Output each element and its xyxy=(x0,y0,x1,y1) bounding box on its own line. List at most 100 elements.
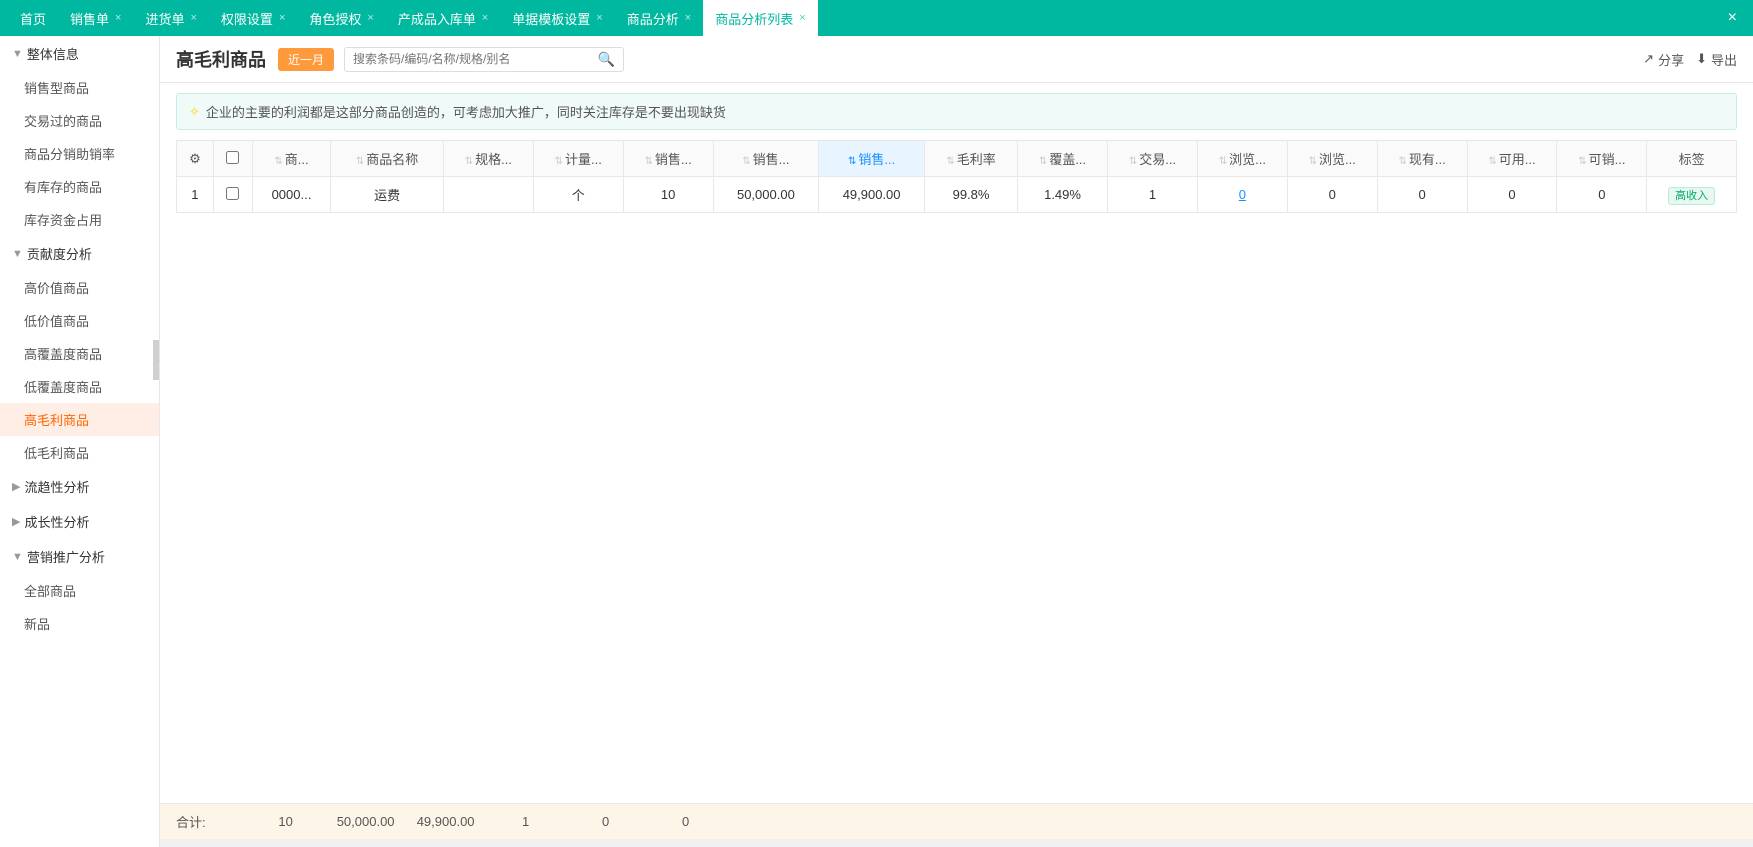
col-checkbox[interactable] xyxy=(213,141,252,177)
tab-product-analysis[interactable]: 商品分析 × xyxy=(615,0,703,36)
data-table: ⚙ ⇅商... ⇅商品名称 ⇅规格... ⇅计量... ⇅销售... ⇅销售..… xyxy=(176,140,1737,213)
col-tag[interactable]: 标签 xyxy=(1647,141,1737,177)
col-sales-amount[interactable]: ⇅销售... xyxy=(713,141,819,177)
share-icon: ↗ xyxy=(1643,51,1654,67)
table-header-row: ⚙ ⇅商... ⇅商品名称 ⇅规格... ⇅计量... ⇅销售... ⇅销售..… xyxy=(177,141,1737,177)
row-index: 1 xyxy=(177,177,214,213)
col-code[interactable]: ⇅商... xyxy=(252,141,331,177)
col-coverage[interactable]: ⇅覆盖... xyxy=(1018,141,1108,177)
chevron-down-icon: ▼ xyxy=(12,248,23,260)
sidebar-section-marketing[interactable]: ▼ 营销推广分析 xyxy=(0,539,159,574)
table-row: 1 0000... 运费 个 10 50,000.00 49,900.00 99… xyxy=(177,177,1737,213)
tab-home[interactable]: 首页 xyxy=(8,0,58,36)
chevron-down-icon: ▼ xyxy=(12,551,23,563)
row-coverage: 1.49% xyxy=(1018,177,1108,213)
sidebar-item-traded-goods[interactable]: 交易过的商品 xyxy=(0,104,159,137)
col-views2[interactable]: ⇅浏览... xyxy=(1287,141,1377,177)
row-available-stock: 0 xyxy=(1467,177,1557,213)
sidebar-item-in-stock-goods[interactable]: 有库存的商品 xyxy=(0,170,159,203)
row-tag: 高收入 xyxy=(1647,177,1737,213)
header-actions: ↗ 分享 ⬇ 导出 xyxy=(1643,50,1737,69)
table-body: 1 0000... 运费 个 10 50,000.00 49,900.00 99… xyxy=(177,177,1737,213)
footer-sales-amount: 50,000.00 xyxy=(326,814,406,829)
bottom-scrollbar[interactable] xyxy=(160,839,1753,847)
sidebar-item-low-value[interactable]: 低价值商品 xyxy=(0,304,159,337)
row-spec xyxy=(443,177,533,213)
footer-sales-cost: 49,900.00 xyxy=(406,814,486,829)
sidebar-section-growth[interactable]: ▶ 成长性分析 xyxy=(0,504,159,539)
tab-sales[interactable]: 销售单 × xyxy=(58,0,133,36)
footer-transactions: 1 xyxy=(486,814,566,829)
close-icon[interactable]: × xyxy=(596,12,602,24)
col-spec[interactable]: ⇅规格... xyxy=(443,141,533,177)
row-name: 运费 xyxy=(331,177,444,213)
sidebar-item-all-goods[interactable]: 全部商品 xyxy=(0,574,159,607)
table-footer: 合计: 10 50,000.00 49,900.00 1 0 0 xyxy=(160,803,1753,839)
search-input[interactable] xyxy=(353,52,598,66)
col-views1[interactable]: ⇅浏览... xyxy=(1197,141,1287,177)
row-code: 0000... xyxy=(252,177,331,213)
row-sales-amount: 50,000.00 xyxy=(713,177,819,213)
row-sales-qty: 10 xyxy=(623,177,713,213)
col-gross-margin[interactable]: ⇅毛利率 xyxy=(924,141,1017,177)
filter-recent-month-button[interactable]: 近一月 xyxy=(278,48,334,71)
col-sellable-stock[interactable]: ⇅可销... xyxy=(1557,141,1647,177)
close-window-button[interactable]: × xyxy=(1720,9,1745,27)
search-icon[interactable]: 🔍 xyxy=(598,51,615,68)
close-icon[interactable]: × xyxy=(799,12,805,24)
sidebar-item-new-goods[interactable]: 新品 xyxy=(0,607,159,640)
sidebar-item-high-value[interactable]: 高价值商品 xyxy=(0,271,159,304)
row-transactions: 1 xyxy=(1107,177,1197,213)
col-available-stock[interactable]: ⇅可用... xyxy=(1467,141,1557,177)
row-views1[interactable]: 0 xyxy=(1197,177,1287,213)
row-sales-cost: 49,900.00 xyxy=(819,177,925,213)
info-icon: ✧ xyxy=(189,104,200,120)
close-icon[interactable]: × xyxy=(685,12,691,24)
row-current-stock: 0 xyxy=(1377,177,1467,213)
close-icon[interactable]: × xyxy=(367,12,373,24)
row-views2: 0 xyxy=(1287,177,1377,213)
tab-product-inbound[interactable]: 产成品入库单 × xyxy=(386,0,500,36)
tab-product-analysis-list[interactable]: 商品分析列表 × xyxy=(703,0,817,36)
col-settings[interactable]: ⚙ xyxy=(177,141,214,177)
sidebar: « ▼ 整体信息 销售型商品 交易过的商品 商品分销助销率 有库存的商品 库存资… xyxy=(0,36,160,847)
page-title: 高毛利商品 xyxy=(176,46,266,72)
tab-roles[interactable]: 角色授权 × xyxy=(297,0,385,36)
chevron-right-icon: ▶ xyxy=(12,515,20,528)
sidebar-item-high-coverage[interactable]: 高覆盖度商品 xyxy=(0,337,159,370)
sidebar-item-low-coverage[interactable]: 低覆盖度商品 xyxy=(0,370,159,403)
close-icon[interactable]: × xyxy=(190,12,196,24)
export-button[interactable]: ⬇ 导出 xyxy=(1696,50,1737,69)
col-name[interactable]: ⇅商品名称 xyxy=(331,141,444,177)
sidebar-item-sales-goods[interactable]: 销售型商品 xyxy=(0,71,159,104)
sidebar-collapse-button[interactable]: « xyxy=(153,340,160,380)
tab-permissions[interactable]: 权限设置 × xyxy=(209,0,297,36)
sidebar-item-high-margin[interactable]: 高毛利商品 xyxy=(0,403,159,436)
sidebar-item-distribution-rate[interactable]: 商品分销助销率 xyxy=(0,137,159,170)
sidebar-item-stock-fund[interactable]: 库存资金占用 xyxy=(0,203,159,236)
share-button[interactable]: ↗ 分享 xyxy=(1643,50,1684,69)
close-icon[interactable]: × xyxy=(482,12,488,24)
col-sales-cost[interactable]: ⇅销售... xyxy=(819,141,925,177)
row-gross-margin: 99.8% xyxy=(924,177,1017,213)
footer-available-stock: 0 xyxy=(646,814,726,829)
col-unit[interactable]: ⇅计量... xyxy=(533,141,623,177)
row-checkbox[interactable] xyxy=(213,177,252,213)
col-current-stock[interactable]: ⇅现有... xyxy=(1377,141,1467,177)
row-select-checkbox[interactable] xyxy=(226,187,239,200)
sidebar-section-contribution[interactable]: ▼ 贡献度分析 xyxy=(0,236,159,271)
col-sales-qty[interactable]: ⇅销售... xyxy=(623,141,713,177)
select-all-checkbox[interactable] xyxy=(226,151,239,164)
footer-current-stock: 0 xyxy=(566,814,646,829)
close-icon[interactable]: × xyxy=(279,12,285,24)
sidebar-section-overall[interactable]: ▼ 整体信息 xyxy=(0,36,159,71)
sidebar-item-low-margin[interactable]: 低毛利商品 xyxy=(0,436,159,469)
tab-template[interactable]: 单据模板设置 × xyxy=(500,0,614,36)
close-icon[interactable]: × xyxy=(115,12,121,24)
table-wrapper: ⚙ ⇅商... ⇅商品名称 ⇅规格... ⇅计量... ⇅销售... ⇅销售..… xyxy=(160,140,1753,803)
tab-purchase[interactable]: 进货单 × xyxy=(133,0,208,36)
col-transactions[interactable]: ⇅交易... xyxy=(1107,141,1197,177)
content-header: 高毛利商品 近一月 🔍 ↗ 分享 ⬇ 导出 xyxy=(160,36,1753,83)
info-banner: ✧ 企业的主要的利润都是这部分商品创造的，可考虑加大推广，同时关注库存是不要出现… xyxy=(176,93,1737,130)
sidebar-section-trend[interactable]: ▶ 流趋性分析 xyxy=(0,469,159,504)
